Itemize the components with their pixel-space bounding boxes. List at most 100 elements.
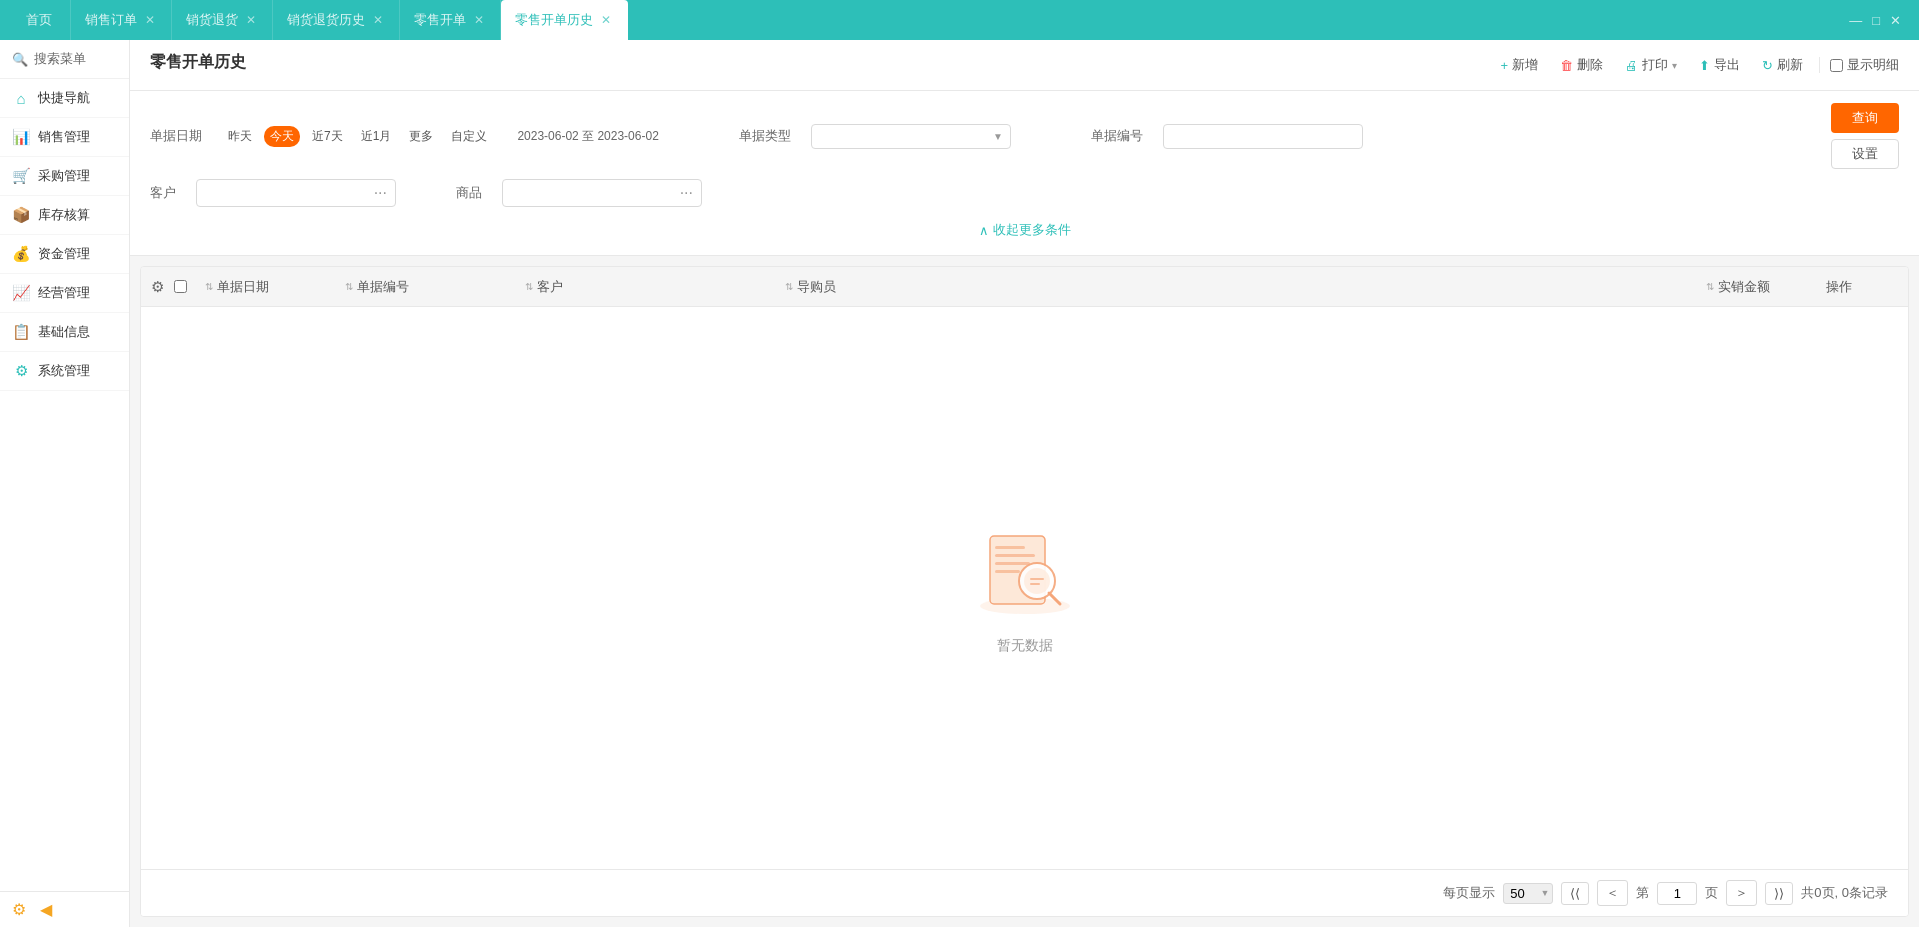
filter-row-2: 客户 ··· 商品 ··· [150,179,1899,207]
sidebar-item-sales[interactable]: 📊 销售管理 [0,118,129,157]
col-sort-icon-num: ⇅ [345,281,353,292]
filter-row-1: 单据日期 昨天 今天 近7天 近1月 更多 自定义 2023-06-02 至 2… [150,103,1899,169]
tab-home[interactable]: 首页 [8,0,71,40]
svg-rect-4 [995,562,1030,565]
shortcut-1month[interactable]: 近1月 [355,126,398,147]
tab-retail-open[interactable]: 零售开单 ✕ [400,0,501,40]
page-title: 零售开单历史 [150,52,246,85]
col-sort-icon-amount: ⇅ [1706,281,1714,292]
bill-no-label: 单据编号 [1091,127,1143,145]
system-icon: ⚙ [12,362,30,380]
current-page-input[interactable]: 1 [1657,882,1697,905]
bill-type-select[interactable] [811,124,1011,149]
svg-rect-3 [995,554,1035,557]
col-label-amount: 实销金额 [1718,278,1770,296]
tab-retail-history[interactable]: 零售开单历史 ✕ [501,0,628,40]
col-header-date[interactable]: ⇅ 单据日期 [197,278,337,296]
close-button[interactable]: ✕ [1890,13,1901,28]
collapse-label: 收起更多条件 [993,221,1071,239]
empty-illustration [965,521,1085,621]
sales-icon: 📊 [12,128,30,146]
sidebar-item-system[interactable]: ⚙ 系统管理 [0,352,129,391]
shortcut-yesterday[interactable]: 昨天 [222,126,258,147]
add-button[interactable]: + 新增 [1494,52,1544,78]
next-page-button[interactable]: ＞ [1726,880,1757,906]
sidebar: 🔍 搜索菜单 ⌂ 快捷导航 📊 销售管理 🛒 采购管理 📦 库存核算 💰 资金管… [0,40,130,927]
close-retail-history-tab[interactable]: ✕ [599,13,613,27]
shortcut-custom[interactable]: 自定义 [445,126,493,147]
tab-sales-return-history[interactable]: 销货退货历史 ✕ [273,0,400,40]
svg-rect-2 [995,546,1025,549]
shortcut-7days[interactable]: 近7天 [306,126,349,147]
table-area: ⚙ ⇅ 单据日期 ⇅ 单据编号 ⇅ 客户 ⇅ 导购员 [140,266,1909,917]
table-header: ⚙ ⇅ 单据日期 ⇅ 单据编号 ⇅ 客户 ⇅ 导购员 [141,267,1908,307]
col-header-amount[interactable]: ⇅ 实销金额 [1698,278,1818,296]
close-sales-order-tab[interactable]: ✕ [143,13,157,27]
tab-sales-order[interactable]: 销售订单 ✕ [71,0,172,40]
col-label-guide: 导购员 [797,278,836,296]
sidebar-item-quick-nav[interactable]: ⌂ 快捷导航 [0,79,129,118]
tab-sales-order-label: 销售订单 [85,11,137,29]
export-button[interactable]: ⬆ 导出 [1693,52,1746,78]
bill-no-input[interactable] [1163,124,1363,149]
col-label-date: 单据日期 [217,278,269,296]
close-sales-return-history-tab[interactable]: ✕ [371,13,385,27]
sidebar-collapse-icon[interactable]: ◀ [40,900,52,919]
table-settings-icon[interactable]: ⚙ [151,278,164,296]
col-header-guide[interactable]: ⇅ 导购员 [777,278,897,296]
table-body: 暂无数据 [141,307,1908,869]
close-sales-return-tab[interactable]: ✕ [244,13,258,27]
delete-icon: 🗑 [1560,58,1573,73]
svg-rect-10 [1030,583,1040,585]
window-controls: — □ ✕ [1849,13,1911,28]
sidebar-item-operations[interactable]: 📈 经营管理 [0,274,129,313]
page-size-select[interactable]: 50 100 200 [1503,883,1553,904]
maximize-button[interactable]: □ [1872,13,1880,28]
sidebar-item-purchase[interactable]: 🛒 采购管理 [0,157,129,196]
tab-retail-history-label: 零售开单历史 [515,11,593,29]
sidebar-search-label: 搜索菜单 [34,50,86,68]
tab-retail-open-label: 零售开单 [414,11,466,29]
delete-button[interactable]: 🗑 删除 [1554,52,1609,78]
show-detail-checkbox[interactable] [1830,59,1843,72]
total-text: 共0页, 0条记录 [1801,884,1888,902]
collapse-conditions[interactable]: ∧ 收起更多条件 [150,217,1899,243]
sidebar-item-finance[interactable]: 💰 资金管理 [0,235,129,274]
sidebar-settings-icon[interactable]: ⚙ [12,900,26,919]
sidebar-item-basic-info[interactable]: 📋 基础信息 [0,313,129,352]
customer-dots: ··· [374,184,387,202]
basic-info-icon: 📋 [12,323,30,341]
date-range-text: 2023-06-02 至 2023-06-02 [517,128,658,145]
page-size-wrap: 50 100 200 [1503,883,1553,904]
close-retail-open-tab[interactable]: ✕ [472,13,486,27]
print-button[interactable]: 🖨 打印 ▾ [1619,52,1683,78]
select-all-checkbox[interactable] [174,280,187,293]
customer-input[interactable]: ··· [196,179,396,207]
goods-input[interactable]: ··· [502,179,702,207]
first-page-button[interactable]: ⟨⟨ [1561,882,1589,905]
col-header-num[interactable]: ⇅ 单据编号 [337,278,517,296]
sidebar-search[interactable]: 🔍 搜索菜单 [0,40,129,79]
refresh-button[interactable]: ↻ 刷新 [1756,52,1809,78]
sidebar-item-quick-nav-label: 快捷导航 [38,89,90,107]
page-header: 零售开单历史 + 新增 🗑 删除 🖨 打印 ▾ ⬆ 导出 [130,40,1919,91]
col-header-customer[interactable]: ⇅ 客户 [517,278,777,296]
collapse-up-icon: ∧ [979,223,989,238]
query-button[interactable]: 查询 [1831,103,1899,133]
col-sort-icon-customer: ⇅ [525,281,533,292]
sidebar-item-inventory[interactable]: 📦 库存核算 [0,196,129,235]
last-page-button[interactable]: ⟩⟩ [1765,882,1793,905]
col-sort-icon-date: ⇅ [205,281,213,292]
show-detail-toggle[interactable]: 显示明细 [1830,56,1899,74]
prev-page-button[interactable]: ＜ [1597,880,1628,906]
shortcut-today[interactable]: 今天 [264,126,300,147]
filter-settings-button[interactable]: 设置 [1831,139,1899,169]
tab-sales-return[interactable]: 销货退货 ✕ [172,0,273,40]
minimize-button[interactable]: — [1849,13,1862,28]
sidebar-item-operations-label: 经营管理 [38,284,90,302]
date-shortcuts: 昨天 今天 近7天 近1月 更多 自定义 [222,126,493,147]
goods-dots: ··· [680,184,693,202]
date-filter-label: 单据日期 [150,127,202,145]
shortcut-more[interactable]: 更多 [403,126,439,147]
svg-rect-9 [1030,578,1044,580]
